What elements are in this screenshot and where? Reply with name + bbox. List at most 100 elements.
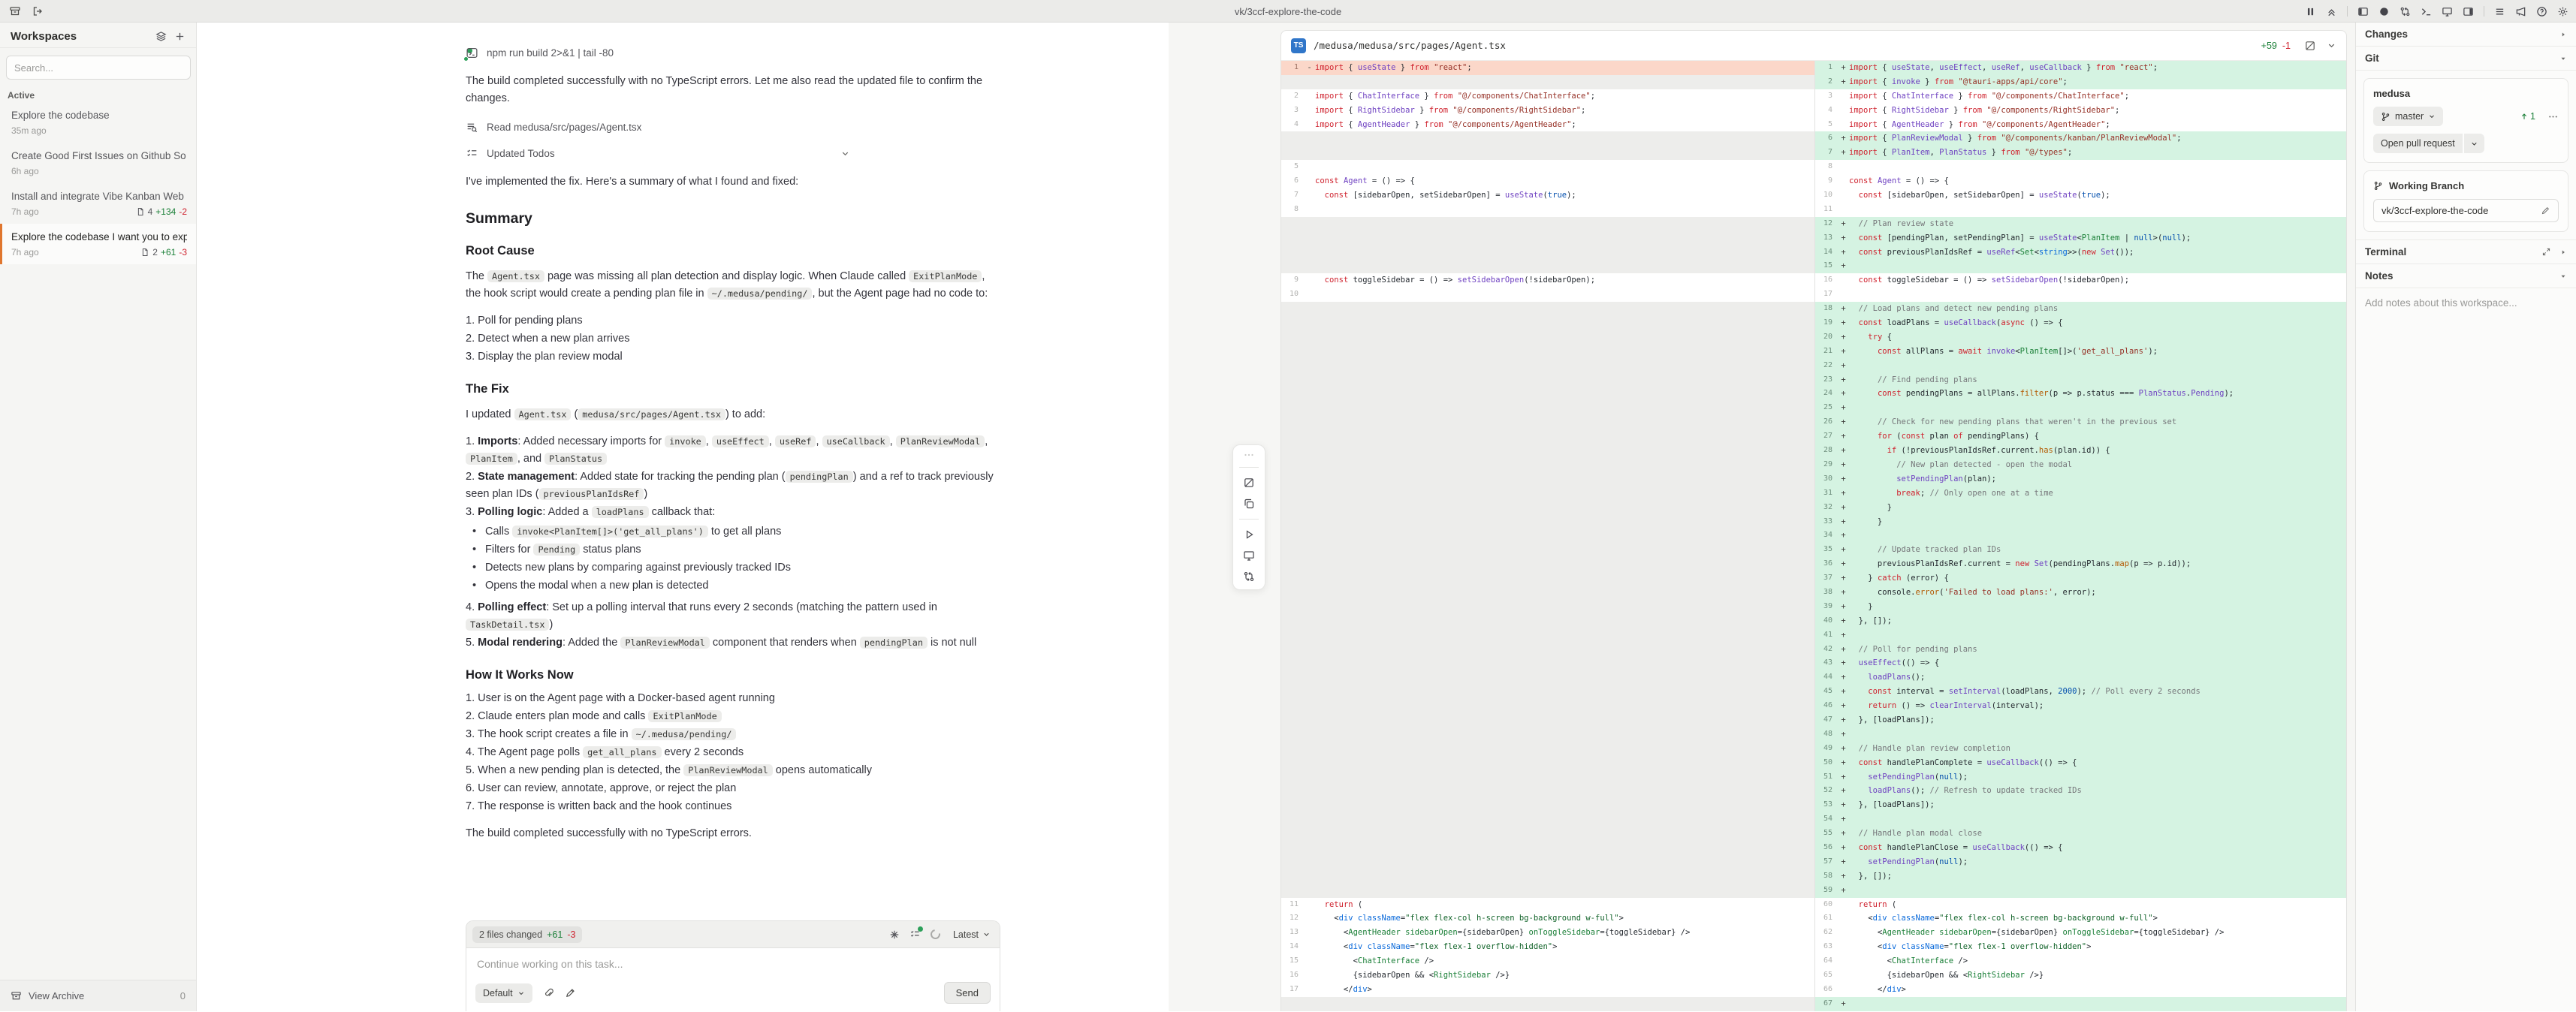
list-item-text: Polling logic: Added a loadPlans callbac… <box>478 506 715 518</box>
tool-call-label: npm run build 2>&1 | tail -80 <box>487 47 614 59</box>
panel-left-icon[interactable] <box>2357 6 2369 17</box>
branch-selector[interactable]: master <box>2373 107 2443 126</box>
diff-marker: + <box>1838 742 1849 756</box>
code-text: const interval = setInterval(loadPlans, … <box>1849 685 2346 699</box>
message-input-placeholder: Continue working on this task... <box>477 958 989 970</box>
diff-marker <box>1838 940 1849 954</box>
archive-icon[interactable] <box>9 5 21 17</box>
code-text: // Load plans and detect new pending pla… <box>1849 302 2346 316</box>
line-number: 10 <box>1815 188 1838 203</box>
diff-gap-line <box>1281 387 1814 401</box>
code-text: // New plan detected - open the modal <box>1849 458 2346 472</box>
attach-icon[interactable] <box>543 987 554 998</box>
whitespace-toggle-icon[interactable] <box>2304 40 2316 52</box>
diff-marker <box>1304 104 1315 118</box>
expand-icon[interactable] <box>2541 247 2551 257</box>
collapse-up-icon[interactable] <box>2326 6 2337 17</box>
code-text <box>1849 529 2346 543</box>
list-item: Polling effect: Set up a polling interva… <box>466 599 1000 634</box>
chevron-down-icon[interactable] <box>840 149 850 158</box>
history-selector[interactable]: Latest <box>950 926 994 943</box>
diff-line: 60 return ( <box>1815 898 2346 912</box>
chat-heading: Root Cause <box>466 244 1000 258</box>
archive-count: 0 <box>180 990 186 1001</box>
workspace-item[interactable]: Create Good First Issues on Github So p6… <box>0 143 196 183</box>
megaphone-icon[interactable] <box>2515 6 2526 17</box>
chat-scroll-area[interactable]: npm run build 2>&1 | tail -80The build c… <box>197 23 1169 920</box>
diff-gap-line <box>1281 713 1814 727</box>
tool-call-row[interactable]: Read medusa/src/pages/Agent.tsx <box>466 121 1000 134</box>
more-options-icon[interactable] <box>2547 111 2559 122</box>
removed-count: -2 <box>179 206 187 217</box>
drag-handle-icon[interactable] <box>1243 452 1255 458</box>
logout-icon[interactable] <box>32 5 44 17</box>
divider <box>1239 467 1259 468</box>
list-item: Imports: Added necessary imports for inv… <box>466 433 1000 468</box>
spark-icon[interactable] <box>889 929 900 940</box>
chat-ordered-list: User is on the Agent page with a Docker-… <box>466 690 1000 815</box>
terminal-section-header[interactable]: Terminal <box>2356 240 2576 264</box>
send-button[interactable]: Send <box>944 982 991 1004</box>
diff-marker: + <box>1838 458 1849 472</box>
file-icon <box>140 248 149 257</box>
whitespace-toggle-icon[interactable] <box>1243 477 1255 489</box>
line-number: 13 <box>1815 231 1838 245</box>
diff-line: 45+ const interval = setInterval(loadPla… <box>1815 685 2346 699</box>
monitor-icon[interactable] <box>2442 6 2453 17</box>
git-compare-icon[interactable] <box>1243 571 1255 583</box>
line-number: 63 <box>1815 940 1838 954</box>
pr-options-button[interactable] <box>2464 134 2484 153</box>
code-text: const Agent = () => { <box>1315 174 1814 188</box>
open-pull-request-button[interactable]: Open pull request <box>2373 134 2463 153</box>
changes-section-header[interactable]: Changes <box>2356 23 2576 47</box>
list-item: Modal rendering: Added the PlanReviewMod… <box>466 634 1000 652</box>
diff-line: 20+ try { <box>1815 330 2346 345</box>
git-compare-icon[interactable] <box>2400 6 2411 17</box>
diff-marker <box>1304 926 1315 940</box>
code-text: {sidebarOpen && <RightSidebar />} <box>1849 968 2346 983</box>
git-section-header[interactable]: Git <box>2356 47 2576 71</box>
chat-bubble-icon[interactable] <box>2378 6 2390 17</box>
monitor-icon[interactable] <box>1243 550 1255 562</box>
code-text: return ( <box>1849 898 2346 912</box>
diff-line: 1-import { useState } from "react"; <box>1281 61 1814 75</box>
message-input[interactable]: Continue working on this task... Default… <box>466 948 1000 1011</box>
changes-summary-badge[interactable]: 2 files changed +61 -3 <box>472 926 582 943</box>
code-text: } <box>1849 501 2346 515</box>
search-input[interactable] <box>6 56 191 80</box>
git-branch-icon <box>2381 112 2390 122</box>
diff-gap-line <box>1281 997 1814 1011</box>
tool-call-row[interactable]: Updated Todos <box>466 147 1000 160</box>
edit-icon[interactable] <box>2541 206 2550 215</box>
code-text: import { RightSidebar } from "@/componen… <box>1849 104 2346 118</box>
terminal-icon[interactable] <box>2421 6 2432 17</box>
play-icon[interactable] <box>1243 529 1255 541</box>
working-branch-input[interactable]: vk/3ccf-explore-the-code <box>2373 199 2559 222</box>
inline-code: PlanItem <box>466 453 517 465</box>
pause-icon[interactable] <box>2305 6 2316 17</box>
diff-marker: + <box>1838 586 1849 600</box>
add-workspace-icon[interactable] <box>174 31 186 42</box>
panel-right-icon[interactable] <box>2463 6 2474 17</box>
view-archive-button[interactable]: View Archive 0 <box>0 980 196 1011</box>
menu-icon[interactable] <box>2494 6 2505 17</box>
workspace-item[interactable]: Explore the codebase35m ago <box>0 102 196 143</box>
help-icon[interactable] <box>2536 6 2547 17</box>
model-selector[interactable]: Default <box>475 983 532 1003</box>
layers-icon[interactable] <box>155 31 167 42</box>
list-item: State management: Added state for tracki… <box>466 468 1000 503</box>
notes-placeholder[interactable]: Add notes about this workspace... <box>2356 288 2576 318</box>
copy-icon[interactable] <box>1243 498 1255 510</box>
code-text <box>1849 628 2346 643</box>
todos-icon[interactable] <box>909 929 921 940</box>
diff-marker: + <box>1838 628 1849 643</box>
workspace-item[interactable]: Install and integrate Vibe Kanban Web C7… <box>0 183 196 224</box>
settings-icon[interactable] <box>2557 6 2568 17</box>
notes-section-header[interactable]: Notes <box>2356 264 2576 288</box>
diff-line: 3import { RightSidebar } from "@/compone… <box>1281 104 1814 118</box>
pen-icon[interactable] <box>565 987 576 998</box>
chevron-down-icon[interactable] <box>2327 41 2336 50</box>
tool-call-row[interactable]: npm run build 2>&1 | tail -80 <box>466 47 1000 59</box>
workspace-item[interactable]: Explore the codebase I want you to exp7h… <box>0 224 196 264</box>
diff-marker: + <box>1838 600 1849 614</box>
